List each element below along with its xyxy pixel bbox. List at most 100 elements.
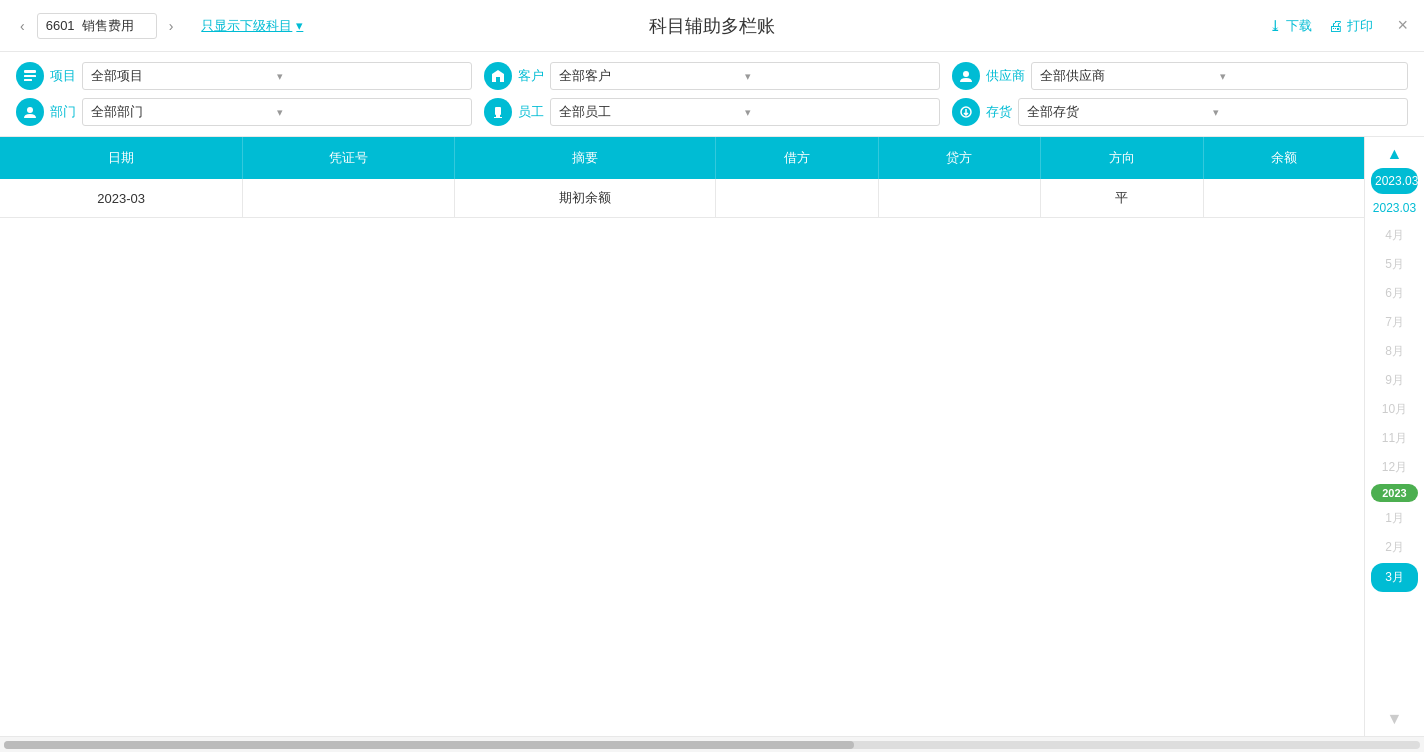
page-title: 科目辅助多栏账	[649, 14, 775, 38]
employee-icon	[484, 98, 512, 126]
account-code-box: 6601 销售费用	[37, 13, 157, 39]
timeline-item-3-selected[interactable]: 3月	[1371, 563, 1418, 592]
project-select[interactable]: 全部项目 ▾	[82, 62, 472, 90]
timeline-item-6[interactable]: 6月	[1365, 279, 1424, 308]
customer-chevron: ▾	[745, 70, 931, 83]
timeline-up-arrow[interactable]: ▲	[1365, 141, 1424, 167]
print-icon: 🖨	[1328, 17, 1343, 34]
supplier-value: 全部供应商	[1040, 67, 1220, 85]
timeline-item-4[interactable]: 4月	[1365, 221, 1424, 250]
timeline-item-12[interactable]: 12月	[1365, 453, 1424, 482]
department-label: 部门	[50, 103, 76, 121]
table-main: 日期 凭证号 摘要 借方 贷方 方向 余额 2023-03 期初余额	[0, 137, 1364, 736]
cell-date: 2023-03	[0, 179, 243, 218]
print-label: 打印	[1347, 17, 1373, 35]
table-container: 日期 凭证号 摘要 借方 贷方 方向 余额 2023-03 期初余额	[0, 137, 1424, 736]
timeline-item-10[interactable]: 10月	[1365, 395, 1424, 424]
customer-select[interactable]: 全部客户 ▾	[550, 62, 940, 90]
title-bar: ‹ 6601 销售费用 › 只显示下级科目 ▾ 科目辅助多栏账 ⤓ 下载 🖨 打…	[0, 0, 1424, 52]
department-chevron: ▾	[277, 106, 463, 119]
timeline-sidebar: ▲ 2023.03 2023.03 4月 5月 6月 7月 8月 9月 10月 …	[1364, 137, 1424, 736]
timeline-item-2023-03-sub[interactable]: 2023.03	[1365, 195, 1424, 221]
account-code: 6601	[46, 18, 75, 33]
download-icon: ⤓	[1269, 17, 1282, 35]
timeline-item-5[interactable]: 5月	[1365, 250, 1424, 279]
supplier-chevron: ▾	[1220, 70, 1400, 83]
svg-rect-7	[496, 115, 500, 117]
close-button[interactable]: ×	[1397, 15, 1408, 36]
cell-balance	[1203, 179, 1364, 218]
ledger-table: 日期 凭证号 摘要 借方 贷方 方向 余额 2023-03 期初余额	[0, 137, 1364, 218]
col-summary: 摘要	[455, 137, 716, 179]
timeline-item-9[interactable]: 9月	[1365, 366, 1424, 395]
timeline-down-arrow[interactable]: ▼	[1365, 706, 1424, 732]
project-icon	[16, 62, 44, 90]
customer-label: 客户	[518, 67, 544, 85]
cell-summary: 期初余额	[455, 179, 716, 218]
filter-item-project: 项目 全部项目 ▾	[16, 62, 472, 90]
svg-rect-1	[24, 75, 36, 77]
filter-item-department: 部门 全部部门 ▾	[16, 98, 472, 126]
scrollbar-thumb	[4, 741, 854, 749]
timeline-item-7[interactable]: 7月	[1365, 308, 1424, 337]
table-row: 2023-03 期初余额 平	[0, 179, 1364, 218]
supplier-label: 供应商	[986, 67, 1025, 85]
department-select[interactable]: 全部部门 ▾	[82, 98, 472, 126]
col-direction: 方向	[1041, 137, 1204, 179]
bottom-scrollbar[interactable]	[0, 736, 1424, 752]
next-account-arrow[interactable]: ›	[165, 16, 178, 36]
timeline-item-2[interactable]: 2月	[1365, 533, 1424, 562]
svg-rect-6	[495, 107, 501, 115]
show-sub-label: 只显示下级科目	[201, 17, 292, 35]
department-value: 全部部门	[91, 103, 277, 121]
timeline-item-2023-03-active[interactable]: 2023.03	[1371, 168, 1418, 194]
filter-row-1: 项目 全部项目 ▾ 客户 全部客户 ▾	[16, 62, 1408, 90]
customer-value: 全部客户	[559, 67, 745, 85]
title-right: ⤓ 下载 🖨 打印 ×	[1269, 15, 1408, 36]
filter-row-2: 部门 全部部门 ▾ 员工 全部员工 ▾	[16, 98, 1408, 126]
svg-rect-0	[24, 70, 36, 73]
filter-area: 项目 全部项目 ▾ 客户 全部客户 ▾	[0, 52, 1424, 137]
inventory-select[interactable]: 全部存货 ▾	[1018, 98, 1408, 126]
print-button[interactable]: 🖨 打印	[1328, 17, 1373, 35]
download-button[interactable]: ⤓ 下载	[1269, 17, 1312, 35]
col-credit: 贷方	[878, 137, 1041, 179]
filter-item-inventory: 存货 全部存货 ▾	[952, 98, 1408, 126]
svg-point-4	[963, 71, 969, 77]
supplier-icon	[952, 62, 980, 90]
cell-credit	[878, 179, 1041, 218]
customer-icon	[484, 62, 512, 90]
account-name: 销售费用	[82, 18, 134, 33]
main-window: ‹ 6601 销售费用 › 只显示下级科目 ▾ 科目辅助多栏账 ⤓ 下载 🖨 打…	[0, 0, 1424, 752]
svg-rect-8	[494, 117, 502, 118]
project-chevron: ▾	[277, 70, 463, 83]
col-date: 日期	[0, 137, 243, 179]
download-label: 下载	[1286, 17, 1312, 35]
prev-account-arrow[interactable]: ‹	[16, 16, 29, 36]
department-icon	[16, 98, 44, 126]
svg-rect-3	[496, 77, 500, 82]
inventory-label: 存货	[986, 103, 1012, 121]
cell-debit	[715, 179, 878, 218]
scrollbar-track	[4, 741, 1420, 749]
col-voucher: 凭证号	[243, 137, 455, 179]
timeline-year-2023[interactable]: 2023	[1371, 484, 1418, 502]
timeline-item-11[interactable]: 11月	[1365, 424, 1424, 453]
timeline-item-8[interactable]: 8月	[1365, 337, 1424, 366]
employee-select[interactable]: 全部员工 ▾	[550, 98, 940, 126]
timeline-item-1[interactable]: 1月	[1365, 504, 1424, 533]
inventory-icon	[952, 98, 980, 126]
col-balance: 余额	[1203, 137, 1364, 179]
svg-rect-2	[24, 79, 32, 81]
svg-point-5	[27, 107, 33, 113]
title-left: ‹ 6601 销售费用 › 只显示下级科目 ▾	[16, 13, 303, 39]
show-sub-chevron: ▾	[296, 18, 303, 33]
employee-value: 全部员工	[559, 103, 745, 121]
employee-label: 员工	[518, 103, 544, 121]
supplier-select[interactable]: 全部供应商 ▾	[1031, 62, 1408, 90]
filter-item-customer: 客户 全部客户 ▾	[484, 62, 940, 90]
table-header-row: 日期 凭证号 摘要 借方 贷方 方向 余额	[0, 137, 1364, 179]
show-sub-dropdown[interactable]: 只显示下级科目 ▾	[201, 17, 303, 35]
filter-item-employee: 员工 全部员工 ▾	[484, 98, 940, 126]
cell-direction: 平	[1041, 179, 1204, 218]
